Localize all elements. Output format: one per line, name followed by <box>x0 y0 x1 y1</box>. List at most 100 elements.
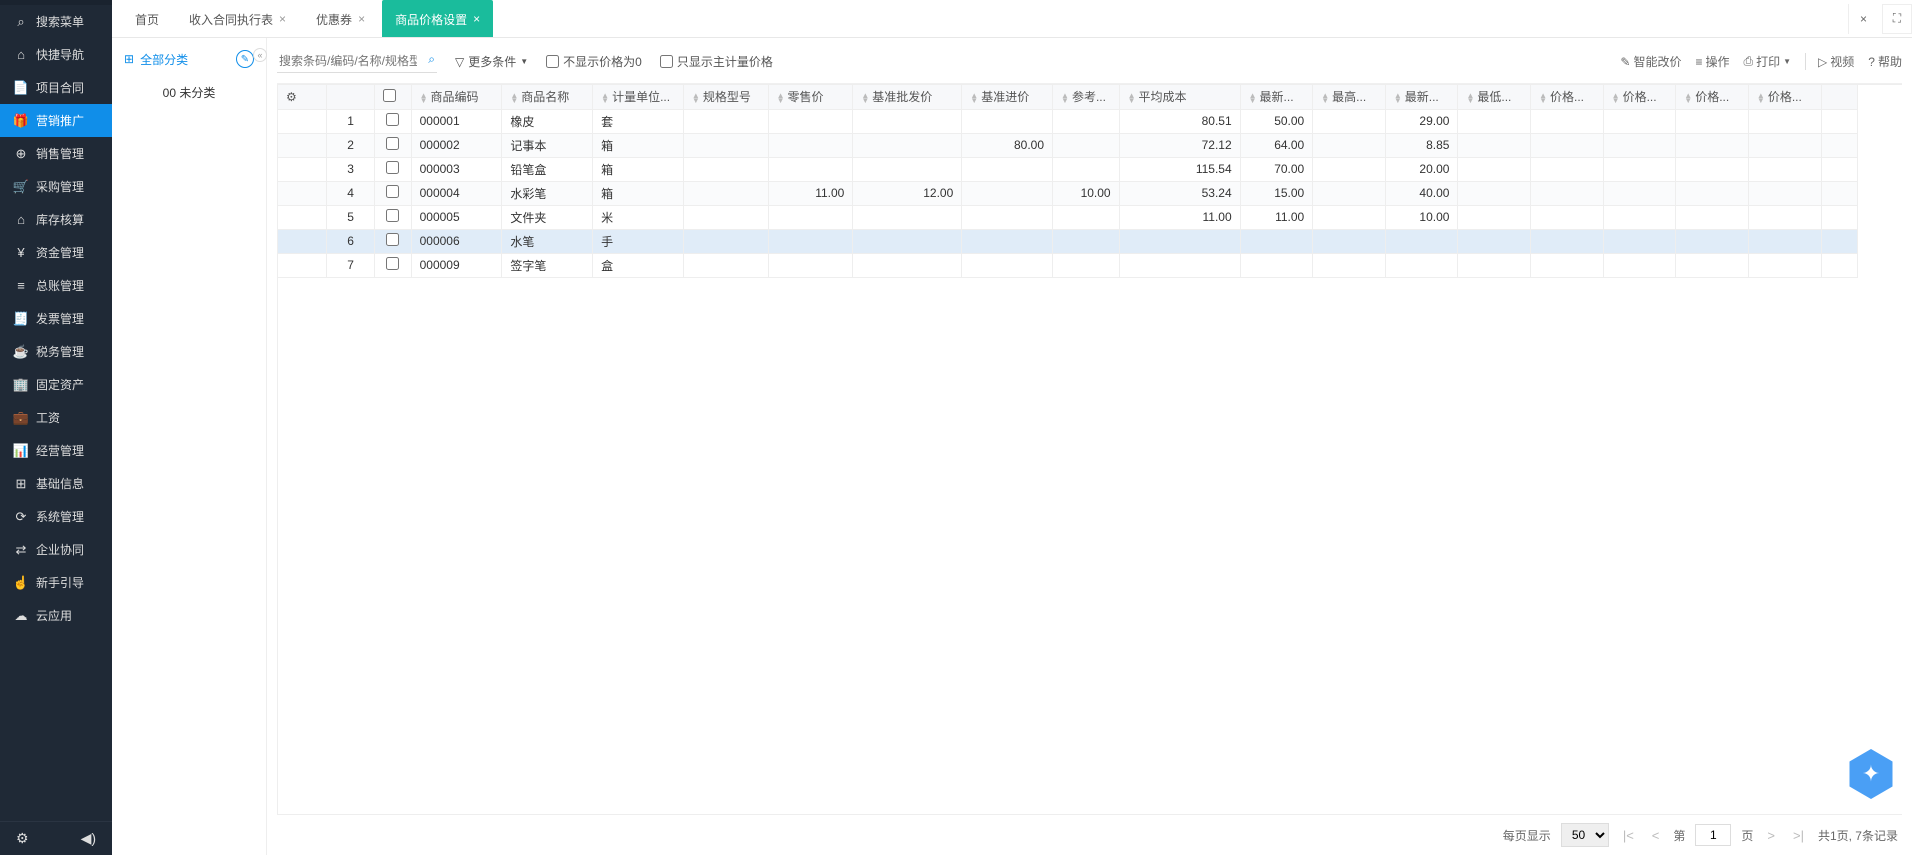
row-checkbox[interactable] <box>386 257 399 270</box>
volume-icon[interactable]: ◀) <box>81 830 96 847</box>
row-checkbox[interactable] <box>386 137 399 150</box>
sort-icon[interactable]: ▲▼ <box>510 93 518 103</box>
table-row[interactable]: 4000004水彩笔箱11.0012.0010.0053.2415.0040.0… <box>278 181 1858 205</box>
sidebar-item-4[interactable]: ⊕销售管理 <box>0 137 112 170</box>
edit-category-button[interactable]: ✎ <box>236 50 254 68</box>
sort-icon[interactable]: ▲▼ <box>420 93 428 103</box>
collapse-category-button[interactable]: « <box>253 48 267 62</box>
sidebar-item-10[interactable]: ☕税务管理 <box>0 335 112 368</box>
col-header-16[interactable]: ▲▼价格... <box>1531 85 1604 109</box>
table-row[interactable]: 6000006水笔手 <box>278 229 1858 253</box>
sidebar-item-16[interactable]: ⇄企业协同 <box>0 533 112 566</box>
table-row[interactable]: 3000003铅笔盒箱115.5470.0020.00 <box>278 157 1858 181</box>
table-row[interactable]: 1000001橡皮套80.5150.0029.00 <box>278 109 1858 133</box>
search-input[interactable] <box>277 50 437 73</box>
tab-0[interactable]: 首页 <box>122 0 172 37</box>
row-checkbox[interactable] <box>386 209 399 222</box>
col-header-20[interactable] <box>1821 85 1858 109</box>
help-button[interactable]: ?帮助 <box>1868 53 1902 70</box>
sort-icon[interactable]: ▲▼ <box>777 93 785 103</box>
col-header-15[interactable]: ▲▼最低... <box>1458 85 1531 109</box>
page-input[interactable] <box>1695 824 1731 846</box>
print-button[interactable]: ⎙打印 ▼ <box>1744 53 1792 70</box>
close-icon[interactable]: × <box>473 12 480 26</box>
sidebar-item-8[interactable]: ≡总账管理 <box>0 269 112 302</box>
sort-icon[interactable]: ▲▼ <box>1394 93 1402 103</box>
main-unit-checkbox[interactable]: 只显示主计量价格 <box>660 53 773 70</box>
sort-icon[interactable]: ▲▼ <box>1061 93 1069 103</box>
hide-zero-checkbox[interactable]: 不显示价格为0 <box>546 53 642 70</box>
sidebar-item-15[interactable]: ⟳系统管理 <box>0 500 112 533</box>
sidebar-item-0[interactable]: ⌕搜索菜单 <box>0 5 112 38</box>
sort-icon[interactable]: ▲▼ <box>1321 93 1329 103</box>
sidebar-item-7[interactable]: ¥资金管理 <box>0 236 112 269</box>
search-icon[interactable]: ⌕ <box>428 52 435 67</box>
row-checkbox[interactable] <box>386 161 399 174</box>
sidebar-item-13[interactable]: 📊经营管理 <box>0 434 112 467</box>
sidebar-item-14[interactable]: ⊞基础信息 <box>0 467 112 500</box>
row-checkbox[interactable] <box>386 113 399 126</box>
col-header-17[interactable]: ▲▼价格... <box>1603 85 1676 109</box>
smart-edit-button[interactable]: ✎智能改价 <box>1620 53 1681 70</box>
row-checkbox[interactable] <box>386 185 399 198</box>
category-node[interactable]: 00 未分类 <box>124 80 254 105</box>
next-page-button[interactable]: > <box>1763 828 1779 843</box>
close-icon[interactable]: × <box>279 12 286 26</box>
close-icon[interactable]: × <box>358 12 365 26</box>
col-header-5[interactable]: ▲▼计量单位... <box>593 85 684 109</box>
tab-1[interactable]: 收入合同执行表× <box>176 0 299 37</box>
more-conditions-button[interactable]: ▽ 更多条件 ▼ <box>455 53 528 70</box>
table-row[interactable]: 7000009签字笔盒 <box>278 253 1858 277</box>
sort-icon[interactable]: ▲▼ <box>970 93 978 103</box>
tab-2[interactable]: 优惠券× <box>303 0 378 37</box>
sidebar-item-2[interactable]: 📄项目合同 <box>0 71 112 104</box>
sidebar-item-3[interactable]: 🎁营销推广 <box>0 104 112 137</box>
per-page-select[interactable]: 50 <box>1561 823 1609 847</box>
sort-icon[interactable]: ▲▼ <box>601 93 609 103</box>
sidebar-item-11[interactable]: 🏢固定资产 <box>0 368 112 401</box>
sidebar-item-17[interactable]: ☝新手引导 <box>0 566 112 599</box>
col-header-6[interactable]: ▲▼规格型号 <box>683 85 768 109</box>
col-header-2[interactable] <box>375 85 411 109</box>
sort-icon[interactable]: ▲▼ <box>1249 93 1257 103</box>
sort-icon[interactable]: ▲▼ <box>1128 93 1136 103</box>
prev-page-button[interactable]: < <box>1648 828 1664 843</box>
sort-icon[interactable]: ▲▼ <box>1612 93 1620 103</box>
table-row[interactable]: 2000002记事本箱80.0072.1264.008.85 <box>278 133 1858 157</box>
sort-icon[interactable]: ▲▼ <box>861 93 869 103</box>
gear-icon[interactable]: ⚙ <box>16 830 29 847</box>
sort-icon[interactable]: ▲▼ <box>1684 93 1692 103</box>
sort-icon[interactable]: ▲▼ <box>1757 93 1765 103</box>
operate-button[interactable]: ≡操作 <box>1695 53 1729 70</box>
col-header-11[interactable]: ▲▼平均成本 <box>1119 85 1240 109</box>
sidebar-item-18[interactable]: ☁云应用 <box>0 599 112 632</box>
video-button[interactable]: ▷视频 <box>1805 53 1854 70</box>
sidebar-item-5[interactable]: 🛒采购管理 <box>0 170 112 203</box>
fullscreen-button[interactable]: ⛶ <box>1882 4 1912 34</box>
col-header-9[interactable]: ▲▼基准进价 <box>962 85 1053 109</box>
sort-icon[interactable]: ▲▼ <box>1539 93 1547 103</box>
sidebar-item-6[interactable]: ⌂库存核算 <box>0 203 112 236</box>
sort-icon[interactable]: ▲▼ <box>692 93 700 103</box>
close-all-tabs-button[interactable]: × <box>1848 4 1878 34</box>
table-row[interactable]: 5000005文件夹米11.0011.0010.00 <box>278 205 1858 229</box>
category-all-label[interactable]: 全部分类 <box>140 51 188 68</box>
sort-icon[interactable]: ▲▼ <box>1466 93 1474 103</box>
row-checkbox[interactable] <box>386 233 399 246</box>
col-header-18[interactable]: ▲▼价格... <box>1676 85 1749 109</box>
tab-3[interactable]: 商品价格设置× <box>382 0 493 37</box>
col-header-7[interactable]: ▲▼零售价 <box>768 85 853 109</box>
col-header-12[interactable]: ▲▼最新... <box>1240 85 1313 109</box>
col-header-13[interactable]: ▲▼最高... <box>1313 85 1386 109</box>
sidebar-item-12[interactable]: 💼工资 <box>0 401 112 434</box>
col-header-14[interactable]: ▲▼最新... <box>1385 85 1458 109</box>
select-all-checkbox[interactable] <box>383 89 396 102</box>
sidebar-item-9[interactable]: 🧾发票管理 <box>0 302 112 335</box>
col-header-1[interactable] <box>326 85 374 109</box>
last-page-button[interactable]: >| <box>1789 828 1808 843</box>
gear-icon[interactable]: ⚙ <box>286 90 297 104</box>
col-header-10[interactable]: ▲▼参考... <box>1053 85 1120 109</box>
col-header-0[interactable]: ⚙ <box>278 85 326 109</box>
col-header-3[interactable]: ▲▼商品编码 <box>411 85 502 109</box>
first-page-button[interactable]: |< <box>1619 828 1638 843</box>
